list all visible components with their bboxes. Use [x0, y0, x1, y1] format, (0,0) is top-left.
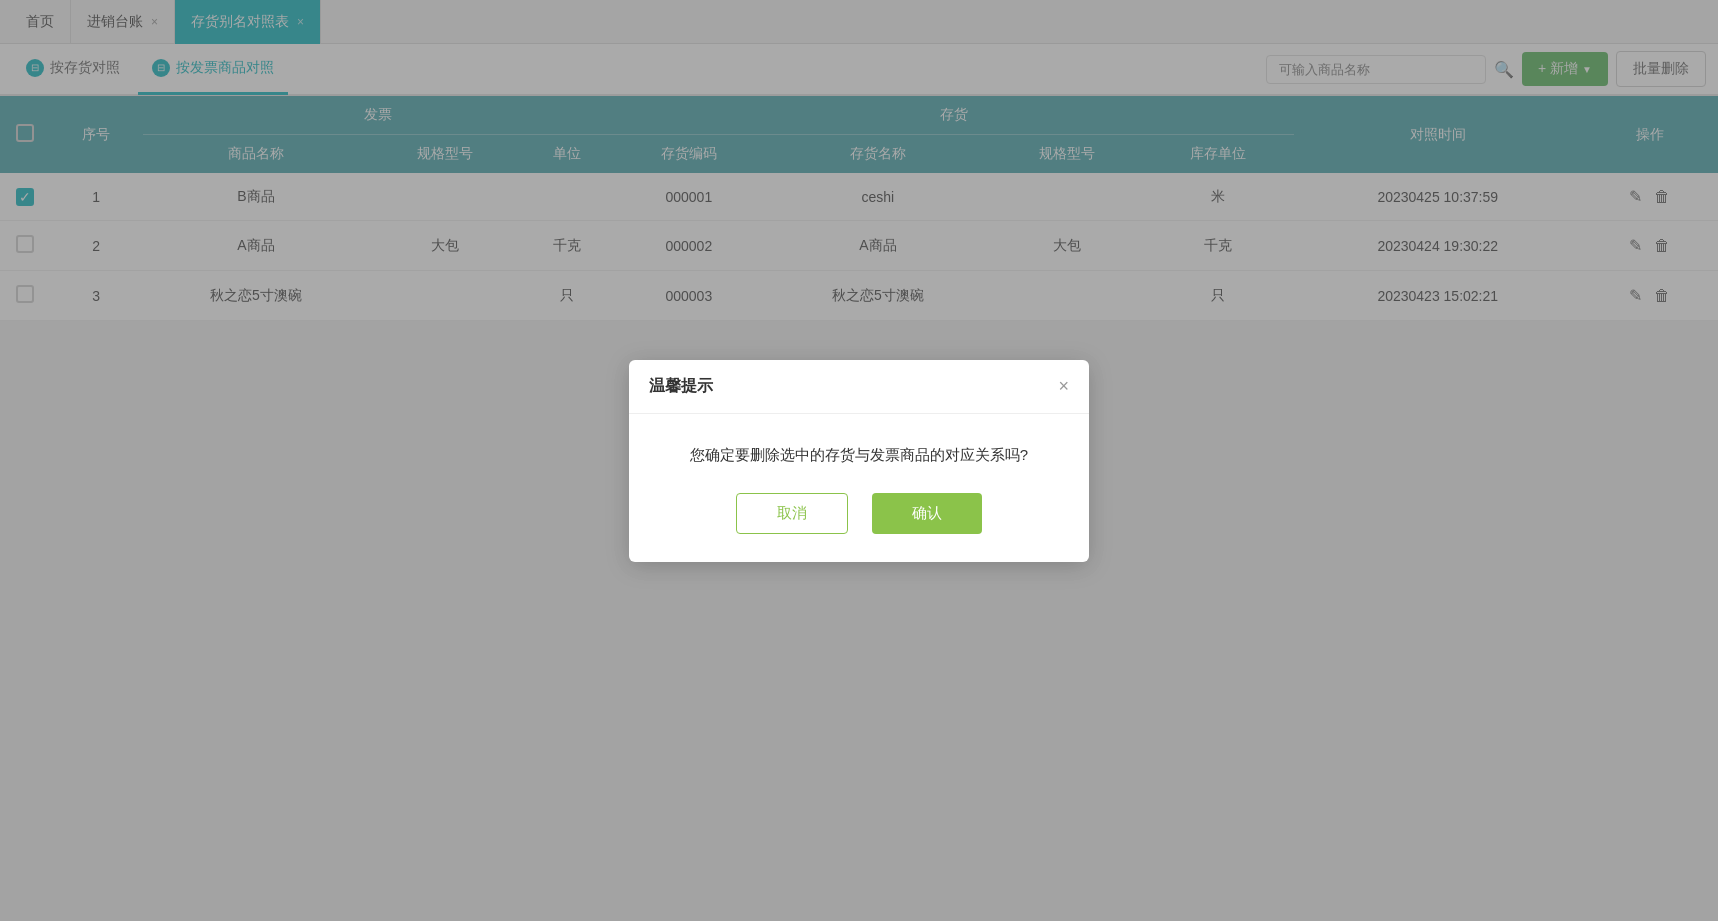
dialog-message: 您确定要删除选中的存货与发票商品的对应关系吗? — [690, 446, 1028, 463]
btn-cancel[interactable]: 取消 — [736, 493, 848, 534]
confirm-dialog: 温馨提示 × 您确定要删除选中的存货与发票商品的对应关系吗? 取消 确认 — [629, 360, 1089, 562]
dialog-footer: 取消 确认 — [629, 493, 1089, 562]
dialog-close-icon[interactable]: × — [1058, 377, 1069, 395]
btn-confirm[interactable]: 确认 — [872, 493, 982, 534]
modal-overlay: 温馨提示 × 您确定要删除选中的存货与发票商品的对应关系吗? 取消 确认 — [0, 0, 1718, 921]
dialog-title: 温馨提示 — [649, 376, 713, 397]
dialog-header: 温馨提示 × — [629, 360, 1089, 414]
dialog-body: 您确定要删除选中的存货与发票商品的对应关系吗? — [629, 414, 1089, 493]
